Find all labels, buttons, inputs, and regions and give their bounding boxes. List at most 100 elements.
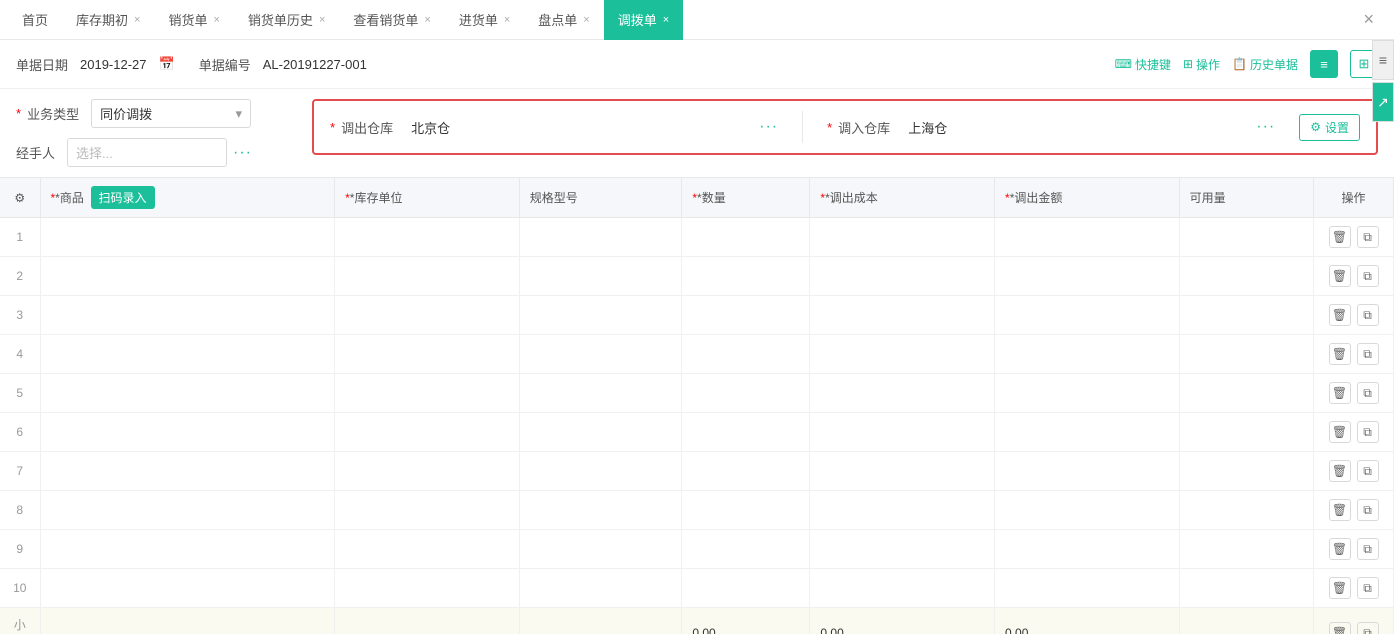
business-type-select[interactable]: 同价调拨 ▾ [91, 99, 251, 128]
row-cost[interactable] [810, 413, 995, 452]
delete-row-button[interactable]: 🗑 [1329, 304, 1351, 326]
row-amount[interactable]: 0.00 [995, 608, 1180, 634]
row-spec[interactable] [519, 374, 682, 413]
row-cost[interactable] [810, 218, 995, 257]
row-cost[interactable] [810, 491, 995, 530]
delete-row-button[interactable]: 🗑 [1329, 538, 1351, 560]
row-qty[interactable]: 0.00 [682, 608, 810, 634]
tab-sales-history[interactable]: 销货单历史 × [234, 0, 339, 40]
tab-close-sales-history[interactable]: × [319, 14, 325, 26]
tab-sales[interactable]: 销货单 × [154, 0, 233, 40]
copy-row-button[interactable]: ⧉ [1357, 499, 1379, 521]
row-product[interactable] [40, 374, 335, 413]
row-product[interactable] [40, 608, 335, 634]
tab-transfer[interactable]: 调拨单 × [604, 0, 683, 40]
tab-inventory-check[interactable]: 盘点单 × [524, 0, 603, 40]
row-qty[interactable] [682, 257, 810, 296]
tab-close-purchase[interactable]: × [504, 14, 510, 26]
delete-row-button[interactable]: 🗑 [1329, 577, 1351, 599]
copy-row-button[interactable]: ⧉ [1357, 382, 1379, 404]
copy-row-button[interactable]: ⧉ [1357, 304, 1379, 326]
row-unit[interactable] [335, 257, 520, 296]
delete-row-button[interactable]: 🗑 [1329, 622, 1351, 634]
row-product[interactable] [40, 530, 335, 569]
row-amount[interactable] [995, 530, 1180, 569]
row-amount[interactable] [995, 335, 1180, 374]
row-product[interactable] [40, 452, 335, 491]
row-unit[interactable] [335, 452, 520, 491]
row-spec[interactable] [519, 530, 682, 569]
copy-row-button[interactable]: ⧉ [1357, 421, 1379, 443]
row-qty[interactable] [682, 569, 810, 608]
row-qty[interactable] [682, 218, 810, 257]
global-close-button[interactable]: × [1351, 9, 1386, 30]
delete-row-button[interactable]: 🗑 [1329, 421, 1351, 443]
scan-button[interactable]: 扫码录入 [91, 186, 155, 209]
row-product[interactable] [40, 335, 335, 374]
row-spec[interactable] [519, 218, 682, 257]
row-product[interactable] [40, 257, 335, 296]
tab-close-transfer[interactable]: × [663, 14, 669, 26]
row-product[interactable] [40, 218, 335, 257]
row-spec[interactable] [519, 413, 682, 452]
calendar-icon[interactable]: 📅 [159, 56, 175, 72]
row-cost[interactable] [810, 335, 995, 374]
row-product[interactable] [40, 413, 335, 452]
row-amount[interactable] [995, 413, 1180, 452]
row-qty[interactable] [682, 413, 810, 452]
row-spec[interactable] [519, 335, 682, 374]
tab-close-view-sales[interactable]: × [424, 14, 430, 26]
row-unit[interactable] [335, 491, 520, 530]
row-cost[interactable] [810, 296, 995, 335]
row-unit[interactable] [335, 413, 520, 452]
row-amount[interactable] [995, 296, 1180, 335]
col-gear[interactable]: ⚙ [0, 178, 40, 218]
delete-row-button[interactable]: 🗑 [1329, 499, 1351, 521]
tab-inventory-init[interactable]: 库存期初 × [62, 0, 154, 40]
row-unit[interactable] [335, 374, 520, 413]
row-cost[interactable] [810, 452, 995, 491]
row-qty[interactable] [682, 452, 810, 491]
tab-close-inventory-check[interactable]: × [583, 14, 589, 26]
operate-link[interactable]: ⊞ 操作 [1183, 56, 1220, 73]
row-spec[interactable] [519, 452, 682, 491]
row-qty[interactable] [682, 530, 810, 569]
row-product[interactable] [40, 569, 335, 608]
row-qty[interactable] [682, 491, 810, 530]
row-cost[interactable] [810, 530, 995, 569]
row-spec[interactable] [519, 608, 682, 634]
row-qty[interactable] [682, 374, 810, 413]
copy-row-button[interactable]: ⧉ [1357, 577, 1379, 599]
person-more-button[interactable]: ··· [233, 144, 252, 162]
copy-row-button[interactable]: ⧉ [1357, 622, 1379, 634]
history-link[interactable]: 📋 历史单据 [1232, 56, 1298, 73]
row-spec[interactable] [519, 257, 682, 296]
row-unit[interactable] [335, 335, 520, 374]
row-unit[interactable] [335, 530, 520, 569]
row-spec[interactable] [519, 491, 682, 530]
row-amount[interactable] [995, 218, 1180, 257]
out-warehouse-more-button[interactable]: ··· [759, 118, 778, 136]
row-cost[interactable] [810, 257, 995, 296]
row-cost[interactable] [810, 374, 995, 413]
sidebar-list-button[interactable]: ≡ [1372, 40, 1394, 80]
delete-row-button[interactable]: 🗑 [1329, 382, 1351, 404]
row-qty[interactable] [682, 296, 810, 335]
row-unit[interactable] [335, 608, 520, 634]
settings-button[interactable]: ⚙ 设置 [1299, 114, 1360, 141]
row-amount[interactable] [995, 374, 1180, 413]
row-unit[interactable] [335, 218, 520, 257]
person-select[interactable]: 选择... [67, 138, 227, 167]
row-spec[interactable] [519, 296, 682, 335]
copy-row-button[interactable]: ⧉ [1357, 343, 1379, 365]
copy-row-button[interactable]: ⧉ [1357, 226, 1379, 248]
shortcut-link[interactable]: ⌨ 快捷键 [1115, 56, 1171, 73]
row-product[interactable] [40, 296, 335, 335]
copy-row-button[interactable]: ⧉ [1357, 538, 1379, 560]
tab-close-sales[interactable]: × [213, 14, 219, 26]
row-qty[interactable] [682, 335, 810, 374]
tab-home[interactable]: 首页 [8, 0, 62, 40]
tab-close-inventory-init[interactable]: × [134, 14, 140, 26]
layout1-button[interactable]: ≡ [1310, 50, 1338, 78]
row-amount[interactable] [995, 569, 1180, 608]
